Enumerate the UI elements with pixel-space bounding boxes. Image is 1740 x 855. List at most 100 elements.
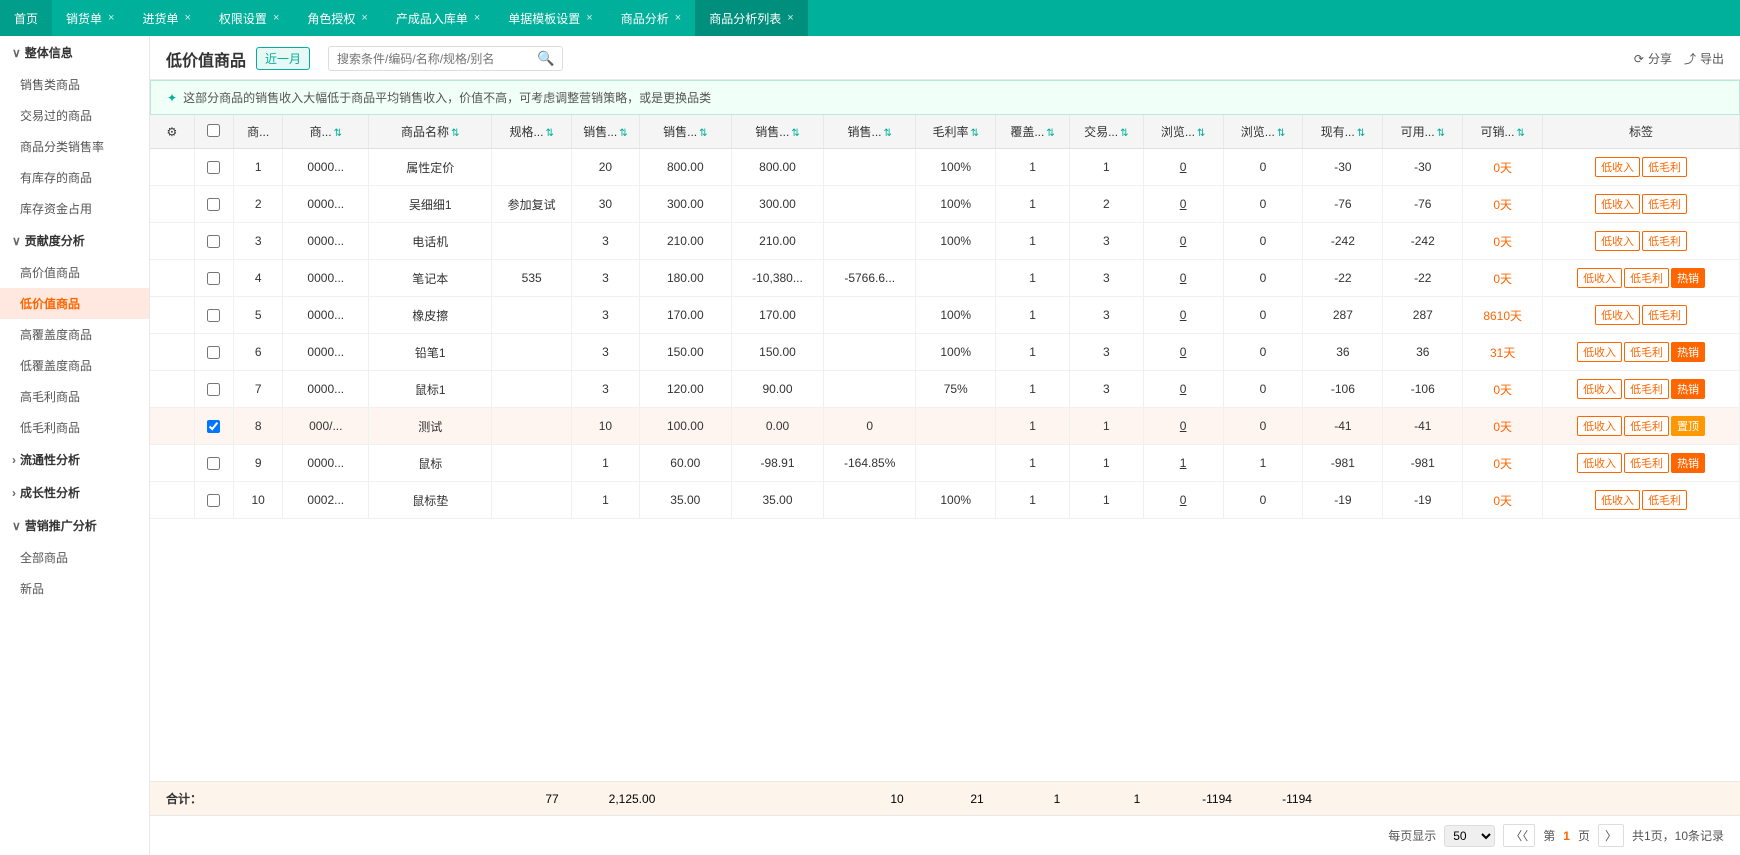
sidebar-item-sales-products[interactable]: 销售类商品 xyxy=(0,69,149,100)
sidebar-item-category-sales-rate[interactable]: 商品分类销售率 xyxy=(0,131,149,162)
sidebar-group-marketing[interactable]: ∨ 营销推广分析 xyxy=(0,509,149,542)
row-check[interactable] xyxy=(194,408,233,445)
row-tags: 低收入低毛利 xyxy=(1543,297,1740,334)
sidebar-group-growth[interactable]: › 成长性分析 xyxy=(0,476,149,509)
row-checkbox[interactable] xyxy=(207,346,220,359)
row-stock: 36 xyxy=(1303,334,1383,371)
share-button[interactable]: ⟳ 分享 xyxy=(1634,50,1672,67)
sidebar-item-traded-products[interactable]: 交易过的商品 xyxy=(0,100,149,131)
row-checkbox[interactable] xyxy=(207,420,220,433)
nav-product-analysis[interactable]: 商品分析 × xyxy=(607,0,695,36)
row-browse1[interactable]: 0 xyxy=(1143,223,1223,260)
sidebar-item-all-products[interactable]: 全部商品 xyxy=(0,542,149,573)
time-filter-badge[interactable]: 近一月 xyxy=(256,47,310,70)
close-icon[interactable]: × xyxy=(586,12,592,24)
col-header-check[interactable] xyxy=(194,115,233,149)
export-button[interactable]: ⤴ 导出 xyxy=(1684,50,1724,67)
nav-role-auth[interactable]: 角色授权 × xyxy=(293,0,381,36)
row-browse1[interactable]: 0 xyxy=(1143,482,1223,519)
close-icon[interactable]: × xyxy=(273,12,279,24)
row-checkbox[interactable] xyxy=(207,161,220,174)
row-check[interactable] xyxy=(194,371,233,408)
close-icon[interactable]: × xyxy=(361,12,367,24)
nav-template-settings[interactable]: 单据模板设置 × xyxy=(494,0,606,36)
browse-link[interactable]: 0 xyxy=(1180,382,1187,396)
data-table-container[interactable]: ⚙ 商... 商...⇅ 商品名称⇅ 规格...⇅ 销售...⇅ 销售...⇅ … xyxy=(150,115,1740,781)
row-checkbox[interactable] xyxy=(207,383,220,396)
row-check[interactable] xyxy=(194,334,233,371)
nav-home[interactable]: 首页 xyxy=(0,0,52,36)
sidebar-item-high-margin[interactable]: 高毛利商品 xyxy=(0,381,149,412)
nav-permissions[interactable]: 权限设置 × xyxy=(205,0,293,36)
col-header-setting[interactable]: ⚙ xyxy=(150,115,194,149)
sidebar-group-overall[interactable]: ∨ 整体信息 xyxy=(0,36,149,69)
table-row: 4 0000... 笔记本 535 3 180.00 -10,380... -5… xyxy=(150,260,1740,297)
table-row: 8 000/... 测试 10 100.00 0.00 0 1 1 0 0 -4… xyxy=(150,408,1740,445)
page-title: 低价值商品 xyxy=(166,47,246,71)
row-check[interactable] xyxy=(194,149,233,186)
sidebar-item-high-value[interactable]: 高价值商品 xyxy=(0,257,149,288)
nav-purchase-order[interactable]: 进货单 × xyxy=(128,0,204,36)
row-browse1[interactable]: 0 xyxy=(1143,186,1223,223)
search-input[interactable] xyxy=(337,52,537,66)
row-tags: 低收入低毛利热销 xyxy=(1543,445,1740,482)
sidebar-item-inventory-capital[interactable]: 库存资金占用 xyxy=(0,193,149,224)
browse-link[interactable]: 0 xyxy=(1180,493,1187,507)
row-check[interactable] xyxy=(194,186,233,223)
sidebar-item-new-products[interactable]: 新品 xyxy=(0,573,149,604)
browse-link[interactable]: 0 xyxy=(1180,160,1187,174)
browse-link[interactable]: 0 xyxy=(1180,308,1187,322)
sidebar-group-contribution[interactable]: ∨ 贡献度分析 xyxy=(0,224,149,257)
close-icon[interactable]: × xyxy=(184,12,190,24)
row-margin xyxy=(916,445,996,482)
sidebar-item-low-value[interactable]: 低价值商品 xyxy=(0,288,149,319)
row-browse1[interactable]: 1 xyxy=(1143,445,1223,482)
close-icon[interactable]: × xyxy=(474,12,480,24)
sidebar-item-high-coverage[interactable]: 高覆盖度商品 xyxy=(0,319,149,350)
row-browse1[interactable]: 0 xyxy=(1143,334,1223,371)
row-check[interactable] xyxy=(194,482,233,519)
col-header-num: 商... xyxy=(234,115,283,149)
row-browse1[interactable]: 0 xyxy=(1143,149,1223,186)
sidebar-group-circulation[interactable]: › 流通性分析 xyxy=(0,443,149,476)
row-checkbox[interactable] xyxy=(207,494,220,507)
row-check[interactable] xyxy=(194,223,233,260)
per-page-select[interactable]: 50 100 200 xyxy=(1444,825,1495,847)
row-checkbox[interactable] xyxy=(207,198,220,211)
row-checkbox[interactable] xyxy=(207,272,220,285)
row-browse1[interactable]: 0 xyxy=(1143,408,1223,445)
row-browse1[interactable]: 0 xyxy=(1143,260,1223,297)
sidebar-item-low-margin[interactable]: 低毛利商品 xyxy=(0,412,149,443)
col-header-sale-p: 销售...⇅ xyxy=(731,115,823,149)
sidebar-item-stocked-products[interactable]: 有库存的商品 xyxy=(0,162,149,193)
nav-product-analysis-list[interactable]: 商品分析列表 × xyxy=(695,0,807,36)
browse-link[interactable]: 1 xyxy=(1180,456,1187,470)
row-browse1[interactable]: 0 xyxy=(1143,371,1223,408)
next-page-button[interactable]: 〉 xyxy=(1598,824,1624,847)
close-icon[interactable]: × xyxy=(108,12,114,24)
nav-finished-goods[interactable]: 产成品入库单 × xyxy=(382,0,494,36)
close-icon[interactable]: × xyxy=(787,12,793,24)
row-check[interactable] xyxy=(194,297,233,334)
browse-link[interactable]: 0 xyxy=(1180,419,1187,433)
sidebar-item-low-coverage[interactable]: 低覆盖度商品 xyxy=(0,350,149,381)
row-check[interactable] xyxy=(194,445,233,482)
row-num: 3 xyxy=(234,223,283,260)
row-checkbox[interactable] xyxy=(207,309,220,322)
browse-link[interactable]: 0 xyxy=(1180,345,1187,359)
close-icon[interactable]: × xyxy=(675,12,681,24)
row-check[interactable] xyxy=(194,260,233,297)
product-tag: 低收入 xyxy=(1595,305,1640,325)
browse-link[interactable]: 0 xyxy=(1180,271,1187,285)
search-icon[interactable]: 🔍 xyxy=(537,50,554,67)
browse-link[interactable]: 0 xyxy=(1180,234,1187,248)
row-browse1[interactable]: 0 xyxy=(1143,297,1223,334)
row-checkbox[interactable] xyxy=(207,457,220,470)
select-all-checkbox[interactable] xyxy=(207,124,220,137)
nav-sales-order[interactable]: 销货单 × xyxy=(52,0,128,36)
first-page-button[interactable]: 〈〈 xyxy=(1503,824,1535,847)
browse-link[interactable]: 0 xyxy=(1180,197,1187,211)
row-sale-qty: 3 xyxy=(572,371,640,408)
row-checkbox[interactable] xyxy=(207,235,220,248)
product-tag: 低毛利 xyxy=(1642,305,1687,325)
